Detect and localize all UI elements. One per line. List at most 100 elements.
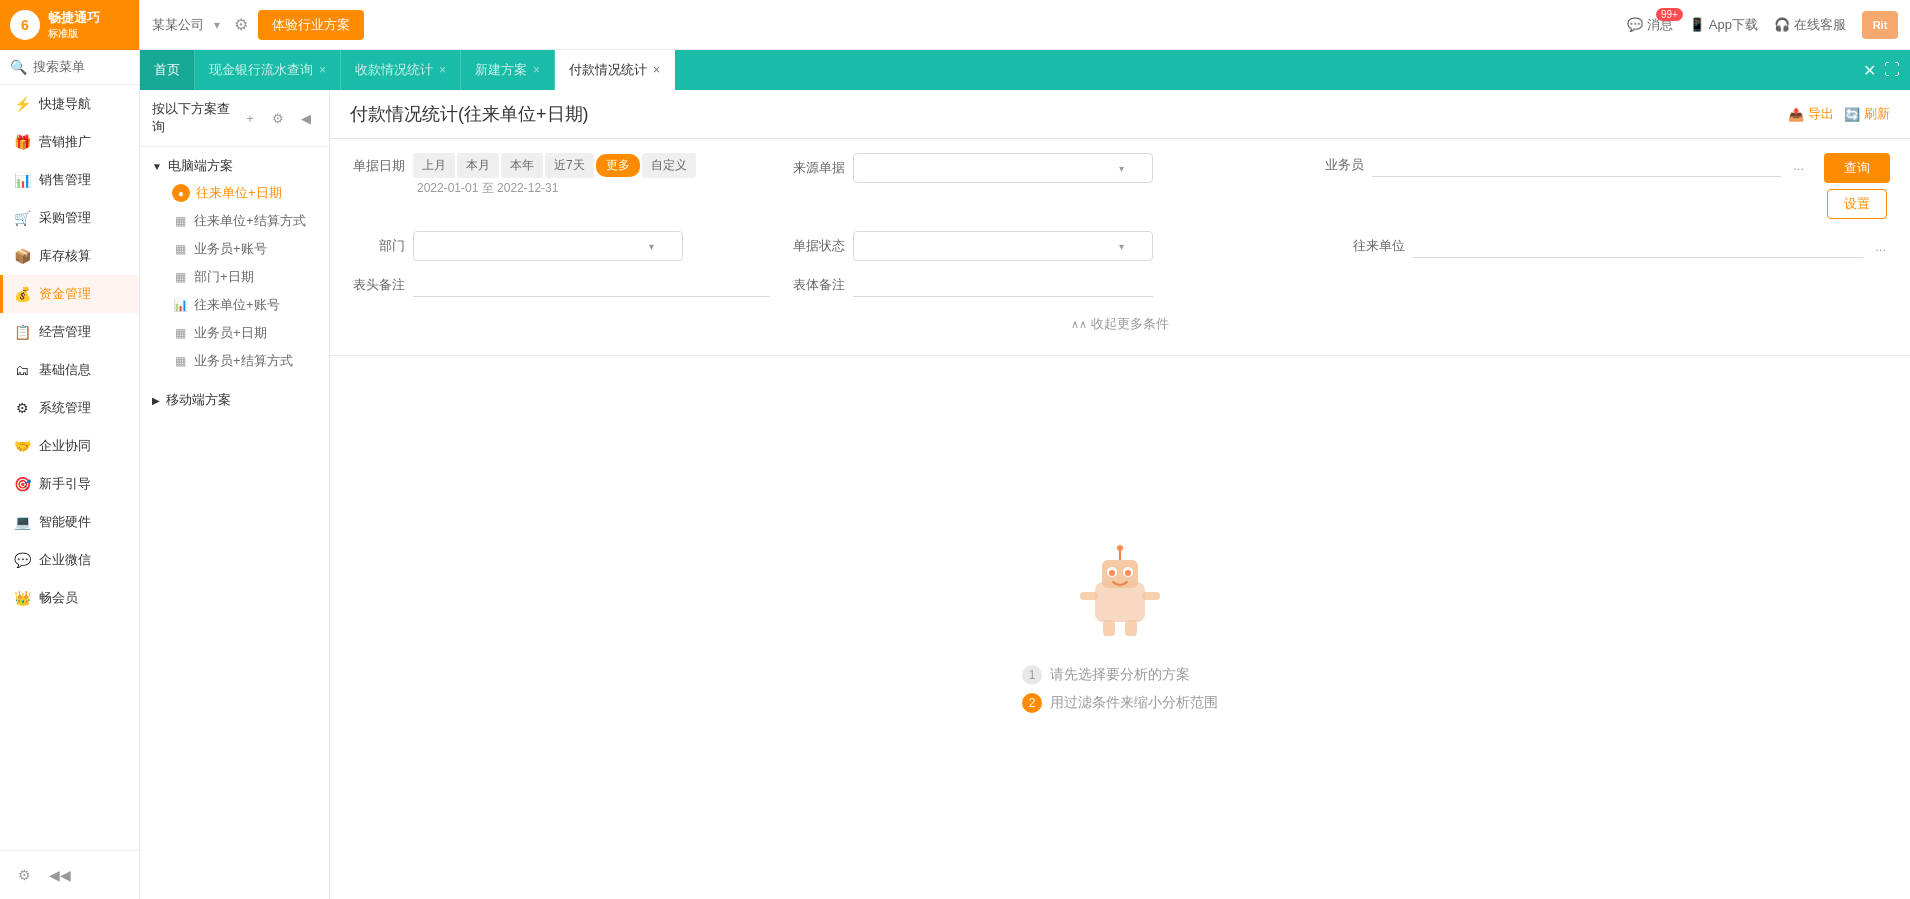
- scheme-table-icon: ▦: [172, 269, 188, 285]
- app-download-btn[interactable]: 📱 App下载: [1689, 16, 1758, 34]
- tip-num-1: 1: [1022, 665, 1042, 685]
- sidebar-item-label: 快捷导航: [39, 95, 91, 113]
- tab-cash-flow[interactable]: 现金银行流水查询 ×: [195, 50, 341, 90]
- tip-num-2: 2: [1022, 693, 1042, 713]
- tab-payment-stat[interactable]: 付款情况统计 ×: [555, 50, 675, 90]
- user-avatar[interactable]: Rit: [1862, 11, 1898, 39]
- scheme-item-unit-account[interactable]: 📊 往来单位+账号: [152, 291, 317, 319]
- sidebar-item-sales[interactable]: 📊 销售管理: [0, 161, 139, 199]
- export-btn[interactable]: 📤 导出: [1788, 105, 1834, 123]
- message-badge: 99+: [1656, 8, 1683, 21]
- svg-rect-11: [1125, 620, 1137, 636]
- tab-maximize-btn[interactable]: ⛶: [1884, 61, 1900, 79]
- svg-point-4: [1109, 570, 1115, 576]
- partner-dots-btn[interactable]: ...: [1871, 239, 1890, 254]
- mobile-scheme-group-title[interactable]: ▶ 移动端方案: [152, 387, 317, 413]
- service-btn[interactable]: 🎧 在线客服: [1774, 16, 1846, 34]
- scheme-panel-collapse-btn[interactable]: ◀: [295, 107, 317, 129]
- tab-cash-flow-close[interactable]: ×: [319, 63, 326, 77]
- sidebar-item-label: 营销推广: [39, 133, 91, 151]
- topbar-gear-icon[interactable]: ⚙: [234, 15, 248, 34]
- tab-cash-flow-label: 现金银行流水查询: [209, 61, 313, 79]
- scheme-item-staff-account[interactable]: ▦ 业务员+账号: [152, 235, 317, 263]
- gear-icon: ⚙: [272, 111, 284, 126]
- sidebar-item-system[interactable]: ⚙ 系统管理: [0, 389, 139, 427]
- sidebar-item-purchase[interactable]: 🛒 采购管理: [0, 199, 139, 237]
- svg-rect-1: [1102, 560, 1138, 588]
- purchase-icon: 🛒: [13, 209, 31, 227]
- table-header-note-input[interactable]: [413, 273, 770, 297]
- doc-status-dropdown-icon: ▾: [1119, 241, 1124, 252]
- svg-point-9: [1117, 545, 1123, 551]
- sidebar-item-collab[interactable]: 🤝 企业协同: [0, 427, 139, 465]
- sidebar-item-basic[interactable]: 🗂 基础信息: [0, 351, 139, 389]
- this-year-btn[interactable]: 本年: [501, 153, 543, 178]
- sidebar-item-marketing[interactable]: 🎁 营销推广: [0, 123, 139, 161]
- sidebar-collapse-btn[interactable]: ◀◀: [46, 861, 74, 889]
- dept-filter-label: 部门: [350, 237, 405, 255]
- scheme-settings-btn[interactable]: ⚙: [267, 107, 289, 129]
- staff-dots-btn[interactable]: ...: [1789, 158, 1808, 173]
- collapse-more-btn[interactable]: ∧∧ 收起更多条件: [1063, 307, 1177, 341]
- tab-receipt-stat-close[interactable]: ×: [439, 63, 446, 77]
- scheme-item-label: 业务员+日期: [194, 324, 267, 342]
- workspace-dropdown-icon[interactable]: ▾: [214, 18, 220, 32]
- sidebar-item-label: 经营管理: [39, 323, 91, 341]
- tabbar-actions: ✕ ⛶: [1853, 50, 1910, 90]
- tab-close-all-btn[interactable]: ✕: [1863, 61, 1876, 80]
- sidebar-item-label: 新手引导: [39, 475, 91, 493]
- filter-settings-btn[interactable]: 设置: [1827, 189, 1887, 219]
- scheme-item-unit-settle[interactable]: ▦ 往来单位+结算方式: [152, 207, 317, 235]
- tab-new-scheme-close[interactable]: ×: [533, 63, 540, 77]
- add-icon: +: [246, 111, 254, 126]
- staff-input[interactable]: [1372, 153, 1781, 177]
- scheme-item-dept-date[interactable]: ▦ 部门+日期: [152, 263, 317, 291]
- custom-date-btn[interactable]: 自定义: [642, 153, 696, 178]
- svg-point-5: [1125, 570, 1131, 576]
- refresh-icon: 🔄: [1844, 107, 1860, 122]
- tab-payment-stat-close[interactable]: ×: [653, 63, 660, 77]
- sidebar-item-label: 企业微信: [39, 551, 91, 569]
- sidebar-item-quick-nav[interactable]: ⚡ 快捷导航: [0, 85, 139, 123]
- sidebar-item-member[interactable]: 👑 畅会员: [0, 579, 139, 617]
- sidebar-settings-btn[interactable]: ⚙: [10, 861, 38, 889]
- source-select[interactable]: ▾: [853, 153, 1153, 183]
- tab-new-scheme[interactable]: 新建方案 ×: [461, 50, 555, 90]
- search-menu[interactable]: 🔍 搜索菜单: [0, 50, 139, 85]
- message-btn[interactable]: 💬 消息 99+: [1627, 16, 1673, 34]
- scheme-item-unit-date[interactable]: ● 往来单位+日期: [152, 179, 317, 207]
- trial-btn[interactable]: 体验行业方案: [258, 10, 364, 40]
- desktop-scheme-group-title[interactable]: ▼ 电脑端方案: [152, 153, 317, 179]
- last-month-btn[interactable]: 上月: [413, 153, 455, 178]
- chevron-right-icon: ▶: [152, 395, 160, 406]
- refresh-btn[interactable]: 🔄 刷新: [1844, 105, 1890, 123]
- topbar-right: 💬 消息 99+ 📱 App下载 🎧 在线客服 Rit: [1627, 11, 1898, 39]
- more-date-btn[interactable]: 更多: [596, 154, 640, 177]
- dept-select[interactable]: ▾: [413, 231, 683, 261]
- empty-tip-1: 1 请先选择要分析的方案: [1022, 665, 1218, 685]
- scheme-item-staff-date[interactable]: ▦ 业务员+日期: [152, 319, 317, 347]
- scheme-add-btn[interactable]: +: [239, 107, 261, 129]
- query-btn[interactable]: 查询: [1824, 153, 1890, 183]
- source-filter-label: 来源单据: [790, 159, 845, 177]
- sidebar-item-inventory[interactable]: 📦 库存核算: [0, 237, 139, 275]
- sidebar-item-label: 库存核算: [39, 247, 91, 265]
- scheme-item-staff-settle[interactable]: ▦ 业务员+结算方式: [152, 347, 317, 375]
- sidebar-item-wechat[interactable]: 💬 企业微信: [0, 541, 139, 579]
- last-7days-btn[interactable]: 近7天: [545, 153, 594, 178]
- workspace-name: 某某公司: [152, 16, 204, 34]
- sidebar-item-operation[interactable]: 📋 经营管理: [0, 313, 139, 351]
- this-month-btn[interactable]: 本月: [457, 153, 499, 178]
- partner-input[interactable]: [1413, 234, 1863, 258]
- app-download-label: App下载: [1709, 16, 1758, 34]
- sidebar-item-guide[interactable]: 🎯 新手引导: [0, 465, 139, 503]
- doc-status-select[interactable]: ▾: [853, 231, 1153, 261]
- table-body-note-input[interactable]: [853, 273, 1153, 297]
- hardware-icon: 💻: [13, 513, 31, 531]
- sidebar-item-finance[interactable]: 💰 资金管理: [0, 275, 139, 313]
- tab-home[interactable]: 首页: [140, 50, 195, 90]
- sidebar-item-label: 资金管理: [39, 285, 91, 303]
- tab-receipt-stat[interactable]: 收款情况统计 ×: [341, 50, 461, 90]
- sidebar-item-hardware[interactable]: 💻 智能硬件: [0, 503, 139, 541]
- tab-new-scheme-label: 新建方案: [475, 61, 527, 79]
